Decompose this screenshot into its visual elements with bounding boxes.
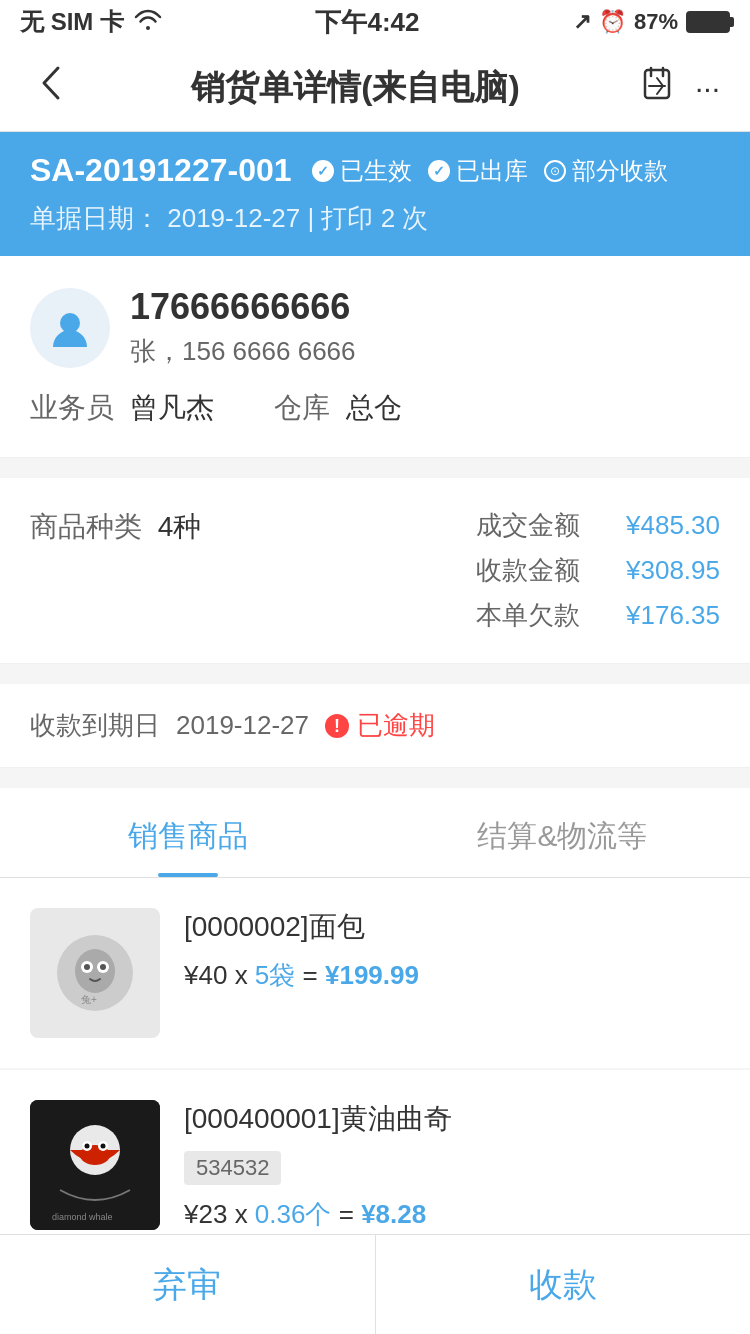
page-title: 销货单详情(来自电脑) — [191, 65, 520, 111]
svg-text:diamond whale: diamond whale — [52, 1212, 113, 1222]
check-icon-2: ✓ — [428, 160, 450, 182]
types-count: 4种 — [158, 511, 202, 542]
order-date: 2019-12-27 — [167, 203, 300, 233]
owed-row: 本单欠款 ¥176.35 — [476, 598, 720, 633]
overdue-icon: ! — [325, 714, 349, 738]
salesperson-value: 曾凡杰 — [130, 392, 214, 423]
overdue-text: 已逾期 — [357, 708, 435, 743]
product-item-1: 兔+ [0000002]面包 ¥40 x 5袋 = ¥199.99 — [0, 878, 750, 1068]
svg-point-6 — [84, 964, 90, 970]
share-button[interactable] — [639, 66, 675, 109]
product-image-1: 兔+ — [30, 908, 160, 1038]
carrier-text: 无 SIM 卡 — [20, 6, 124, 38]
due-section: 收款到期日 2019-12-27 ! 已逾期 — [0, 684, 750, 768]
products-list: 兔+ [0000002]面包 ¥40 x 5袋 = ¥199.99 — [0, 878, 750, 1262]
due-label: 收款到期日 — [30, 708, 160, 743]
price-x-1: x — [235, 960, 255, 990]
alarm-icon: ⏰ — [599, 9, 626, 35]
svg-text:兔+: 兔+ — [81, 994, 97, 1005]
status-badges: ✓ 已生效 ✓ 已出库 ⊙ 部分收款 — [312, 155, 668, 187]
nav-actions: ··· — [639, 66, 720, 109]
qty-1: 5袋 — [255, 960, 295, 990]
svg-point-3 — [75, 949, 115, 993]
location-icon: ↗ — [573, 9, 591, 35]
warehouse-value: 总仓 — [346, 392, 402, 423]
svg-point-15 — [101, 1144, 106, 1149]
total-1: ¥199.99 — [325, 960, 419, 990]
product-image-2: diamond whale — [30, 1100, 160, 1230]
warehouse-field: 仓库 总仓 — [274, 389, 402, 427]
clock-icon: ⊙ — [544, 160, 566, 182]
time-display: 下午4:42 — [315, 5, 419, 40]
bottom-bar: 弃审 收款 — [0, 1234, 750, 1334]
back-button[interactable] — [30, 54, 72, 121]
due-date: 2019-12-27 — [176, 710, 309, 741]
customer-phone: 17666666666 — [130, 286, 356, 328]
status-shipped: ✓ 已出库 — [428, 155, 528, 187]
owed-value: ¥176.35 — [600, 600, 720, 631]
product-placeholder-1: 兔+ — [30, 908, 160, 1038]
tabs-container: 销售商品 结算&物流等 — [0, 788, 750, 878]
financial-summary: 成交金额 ¥485.30 收款金额 ¥308.95 本单欠款 ¥176.35 — [476, 508, 720, 633]
received-label: 收款金额 — [476, 553, 580, 588]
types-label: 商品种类 — [30, 511, 142, 542]
customer-name: 张，156 6666 6666 — [130, 334, 356, 369]
banner-date-row: 单据日期： 2019-12-27 | 打印 2 次 — [30, 201, 720, 236]
equals-1: = — [303, 960, 325, 990]
equals-2: = — [339, 1199, 361, 1229]
status-right: ↗ ⏰ 87% — [573, 9, 730, 35]
summary-section: 商品种类 4种 成交金额 ¥485.30 收款金额 ¥308.95 本单欠款 ¥… — [0, 478, 750, 664]
salesperson-field: 业务员 曾凡杰 — [30, 389, 214, 427]
total-2: ¥8.28 — [361, 1199, 426, 1229]
qty-2: 0.36个 — [255, 1199, 332, 1229]
reject-button[interactable]: 弃审 — [0, 1235, 376, 1334]
collect-button[interactable]: 收款 — [376, 1235, 751, 1334]
received-row: 收款金额 ¥308.95 — [476, 553, 720, 588]
customer-section: 17666666666 张，156 6666 6666 业务员 曾凡杰 仓库 总… — [0, 256, 750, 458]
warehouse-label: 仓库 — [274, 392, 330, 423]
nav-bar: 销货单详情(来自电脑) ··· — [0, 44, 750, 132]
svg-point-7 — [100, 964, 106, 970]
product-price-2: ¥23 x 0.36个 = ¥8.28 — [184, 1197, 720, 1232]
print-info: | 打印 2 次 — [307, 203, 428, 233]
price-x-2: x — [235, 1199, 255, 1229]
tab-settlement[interactable]: 结算&物流等 — [375, 788, 750, 877]
product-name-1: [0000002]面包 — [184, 908, 720, 946]
wifi-icon — [134, 8, 162, 36]
more-button[interactable]: ··· — [695, 71, 720, 105]
status-partial: ⊙ 部分收款 — [544, 155, 668, 187]
battery-percent: 87% — [634, 9, 678, 35]
product-types: 商品种类 4种 — [30, 508, 201, 546]
received-value: ¥308.95 — [600, 555, 720, 586]
tab-sales-products[interactable]: 销售商品 — [0, 788, 375, 877]
status-bar: 无 SIM 卡 下午4:42 ↗ ⏰ 87% — [0, 0, 750, 44]
owed-label: 本单欠款 — [476, 598, 580, 633]
order-id: SA-20191227-001 — [30, 152, 292, 189]
battery-icon — [686, 11, 730, 33]
product-name-2: [000400001]黄油曲奇 — [184, 1100, 720, 1138]
product-price-1: ¥40 x 5袋 = ¥199.99 — [184, 958, 720, 993]
product-info-1: [0000002]面包 ¥40 x 5袋 = ¥199.99 — [184, 908, 720, 993]
overdue-badge: ! 已逾期 — [325, 708, 435, 743]
status-effective: ✓ 已生效 — [312, 155, 412, 187]
price-base-1: ¥40 — [184, 960, 227, 990]
svg-point-14 — [85, 1144, 90, 1149]
salesperson-label: 业务员 — [30, 392, 114, 423]
status-left: 无 SIM 卡 — [20, 6, 162, 38]
price-base-2: ¥23 — [184, 1199, 227, 1229]
avatar — [30, 288, 110, 368]
check-icon: ✓ — [312, 160, 334, 182]
amount-value: ¥485.30 — [600, 510, 720, 541]
product-info-2: [000400001]黄油曲奇 534532 ¥23 x 0.36个 = ¥8.… — [184, 1100, 720, 1232]
amount-label: 成交金额 — [476, 508, 580, 543]
header-banner: SA-20191227-001 ✓ 已生效 ✓ 已出库 ⊙ 部分收款 单据日期：… — [0, 132, 750, 256]
customer-meta: 业务员 曾凡杰 仓库 总仓 — [30, 389, 720, 427]
date-label: 单据日期： — [30, 203, 160, 233]
amount-row: 成交金额 ¥485.30 — [476, 508, 720, 543]
product-sku-2: 534532 — [184, 1151, 281, 1185]
